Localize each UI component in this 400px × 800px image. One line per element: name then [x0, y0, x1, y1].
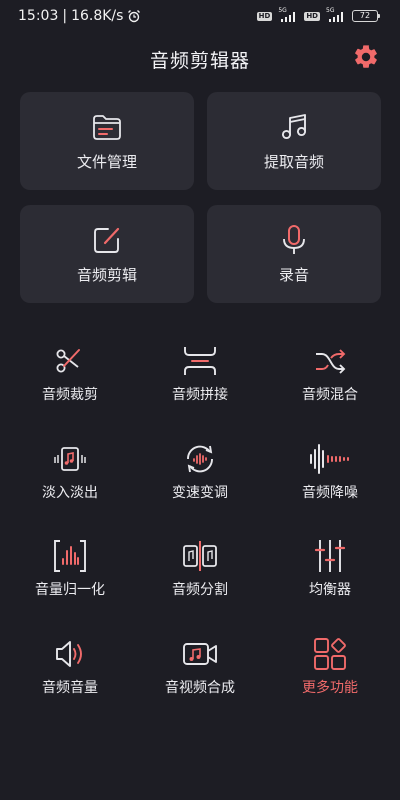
tool-audio-join[interactable]: 音频拼接 — [135, 341, 265, 421]
tool-label: 音频音量 — [42, 680, 98, 696]
split-icon — [183, 541, 217, 571]
tool-audio-mix[interactable]: 音频混合 — [265, 341, 395, 421]
volume-icon — [56, 641, 82, 667]
scissors-icon — [56, 349, 80, 373]
tool-label: 音频裁剪 — [42, 387, 98, 403]
hd-badge-2: HD — [304, 11, 320, 21]
settings-button[interactable] — [352, 43, 380, 71]
hd-badge-1: HD — [256, 11, 273, 21]
equalizer-icon — [314, 540, 346, 572]
edit-icon — [94, 227, 120, 253]
card-audio-edit[interactable]: 音频剪辑 — [20, 205, 194, 303]
card-label: 文件管理 — [76, 153, 137, 171]
denoise-icon — [310, 444, 349, 474]
card-file-manager[interactable]: 文件管理 — [20, 92, 194, 190]
tool-label: 变速变调 — [172, 485, 228, 501]
tool-label: 音频拼接 — [172, 387, 228, 403]
status-bar: 15:03 | 16.8K/s HD 5G HD 5G 72 — [0, 0, 400, 34]
card-label: 音频剪辑 — [76, 266, 137, 284]
shuffle-icon — [316, 349, 346, 374]
status-left: 15:03 | 16.8K/s — [18, 8, 141, 24]
tool-video-merge[interactable]: 音视频合成 — [135, 634, 265, 714]
battery-icon: 72 — [352, 10, 380, 22]
music-note-icon — [281, 114, 307, 140]
speed-icon — [187, 445, 213, 473]
card-label: 录音 — [278, 266, 309, 284]
tool-label: 均衡器 — [309, 582, 351, 598]
tool-normalize[interactable]: 音量归一化 — [5, 536, 135, 616]
tool-volume[interactable]: 音频音量 — [5, 634, 135, 714]
tool-split[interactable]: 音频分割 — [135, 536, 265, 616]
status-divider: | — [62, 8, 68, 24]
tool-equalizer[interactable]: 均衡器 — [265, 536, 395, 616]
tool-label: 淡入淡出 — [42, 485, 98, 501]
join-icon — [184, 347, 216, 375]
status-speed: 16.8K/s — [71, 8, 124, 24]
tool-audio-trim[interactable]: 音频裁剪 — [5, 341, 135, 421]
tool-more[interactable]: 更多功能 — [265, 634, 395, 714]
tool-label: 音视频合成 — [165, 680, 235, 696]
more-apps-icon — [314, 638, 346, 670]
microphone-icon — [283, 225, 305, 254]
card-label: 提取音频 — [263, 153, 324, 171]
status-right: HD 5G HD 5G 72 — [256, 7, 380, 22]
header: 音频剪辑器 — [0, 38, 400, 78]
tool-label: 更多功能 — [302, 680, 358, 696]
fade-icon — [54, 447, 86, 471]
status-time: 15:03 — [18, 8, 59, 24]
tool-speed-pitch[interactable]: 变速变调 — [135, 439, 265, 519]
card-extract-audio[interactable]: 提取音频 — [207, 92, 381, 190]
tool-denoise[interactable]: 音频降噪 — [265, 439, 395, 519]
tool-label: 音量归一化 — [35, 582, 105, 598]
alarm-icon — [128, 10, 141, 23]
tool-fade[interactable]: 淡入淡出 — [5, 439, 135, 519]
folder-icon — [93, 115, 121, 140]
tool-label: 音频混合 — [302, 387, 358, 403]
page-title: 音频剪辑器 — [149, 50, 250, 72]
normalize-icon — [54, 540, 86, 572]
gear-icon — [355, 45, 377, 68]
signal-icon-2: 5G — [326, 7, 346, 22]
signal-icon-1: 5G — [278, 7, 298, 22]
video-merge-icon — [183, 643, 217, 665]
tool-label: 音频降噪 — [302, 485, 358, 501]
card-record[interactable]: 录音 — [207, 205, 381, 303]
tool-label: 音频分割 — [172, 582, 228, 598]
